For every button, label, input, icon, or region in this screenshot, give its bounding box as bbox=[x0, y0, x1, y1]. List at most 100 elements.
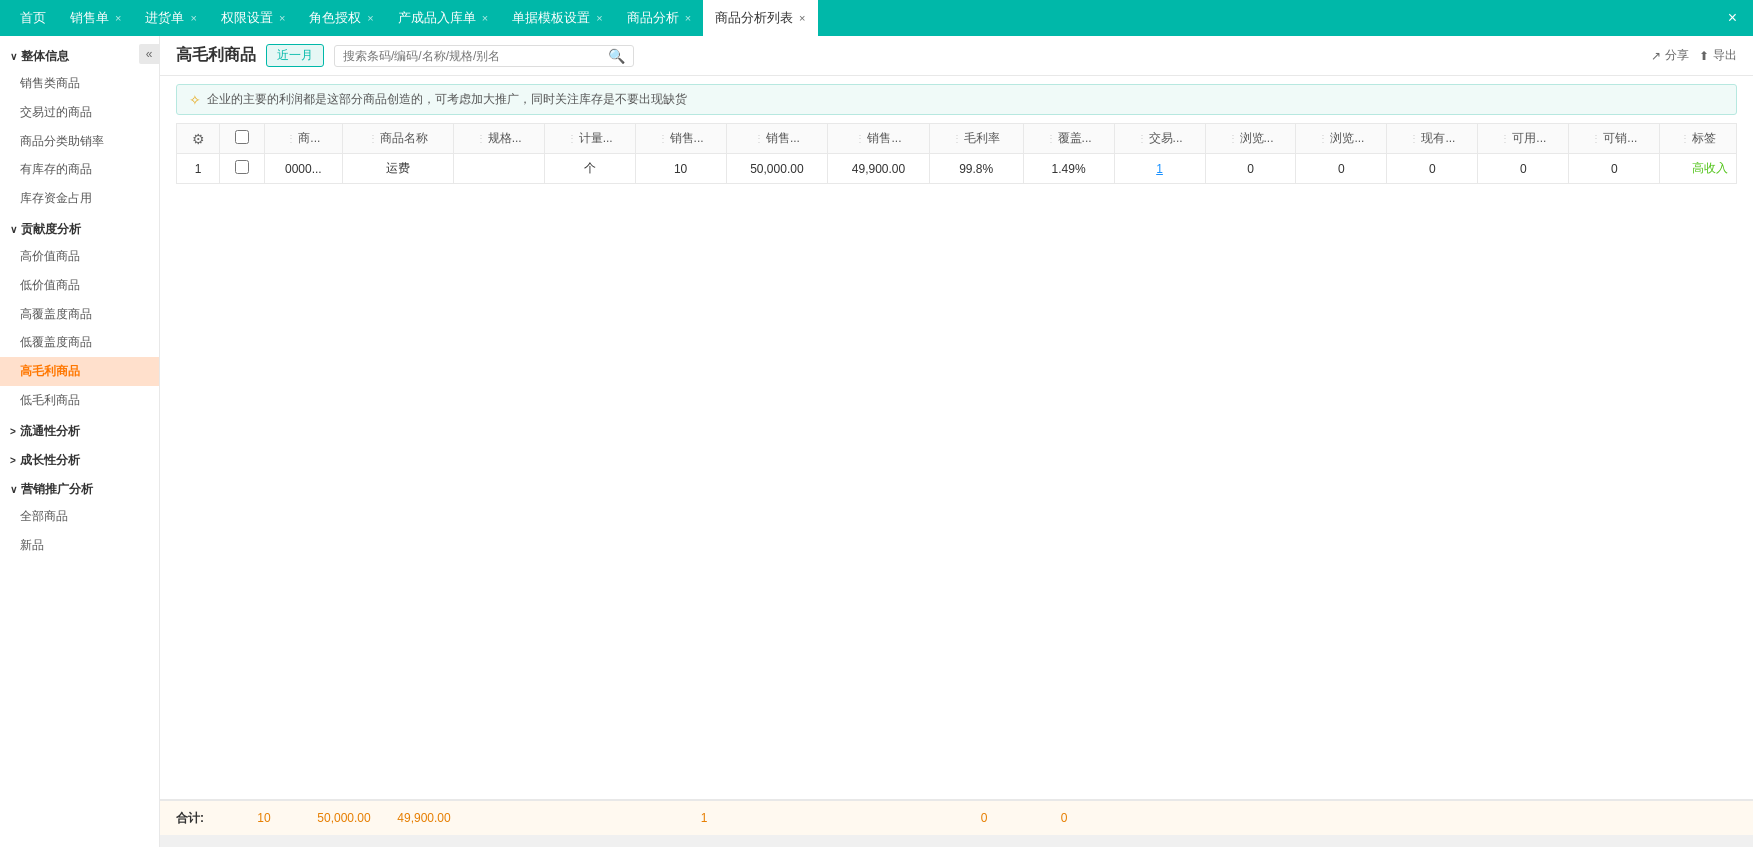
export-button[interactable]: ⬆ 导出 bbox=[1699, 47, 1737, 64]
nav-close-icon[interactable]: × bbox=[190, 12, 196, 24]
col-header-15[interactable]: ⋮可用... bbox=[1478, 124, 1569, 154]
col-header-8[interactable]: ⋮销售... bbox=[828, 124, 930, 154]
select-all-checkbox[interactable] bbox=[235, 130, 249, 144]
content-header: 高毛利商品 近一月 🔍 ↗ 分享 ⬆ 导出 bbox=[160, 36, 1753, 76]
sidebar-item-商品分类助销率[interactable]: 商品分类助销率 bbox=[0, 127, 159, 156]
sidebar-section-流通性分析[interactable]: > 流通性分析 bbox=[0, 415, 159, 444]
sidebar-item-库存资金占用[interactable]: 库存资金占用 bbox=[0, 184, 159, 213]
sidebar-item-高覆盖度商品[interactable]: 高覆盖度商品 bbox=[0, 300, 159, 329]
col-resize-icon: ⋮ bbox=[1137, 133, 1147, 144]
nav-close-icon[interactable]: × bbox=[596, 12, 602, 24]
col-resize-icon: ⋮ bbox=[1046, 133, 1056, 144]
horizontal-scrollbar[interactable] bbox=[160, 835, 1753, 847]
row-select-checkbox[interactable] bbox=[235, 160, 249, 174]
row-transactions: 1 bbox=[1114, 154, 1205, 184]
sidebar-item-高价值商品[interactable]: 高价值商品 bbox=[0, 242, 159, 271]
sidebar-section-贡献度分析[interactable]: ∨贡献度分析 bbox=[0, 213, 159, 242]
nav-item-角色授权[interactable]: 角色授权× bbox=[297, 0, 385, 36]
search-icon[interactable]: 🔍 bbox=[608, 48, 625, 64]
row-unit: 个 bbox=[544, 154, 635, 184]
sidebar-item-有库存的商品[interactable]: 有库存的商品 bbox=[0, 155, 159, 184]
sidebar-section-label: 成长性分析 bbox=[20, 452, 80, 469]
row-available: 0 bbox=[1478, 154, 1569, 184]
footer-sales-amount: 50,000.00 bbox=[304, 807, 384, 829]
nav-close-icon[interactable]: × bbox=[115, 12, 121, 24]
footer-transactions: 1 bbox=[664, 807, 744, 829]
sidebar-item-低价值商品[interactable]: 低价值商品 bbox=[0, 271, 159, 300]
share-button[interactable]: ↗ 分享 bbox=[1651, 47, 1689, 64]
col-header-0[interactable]: ⚙ bbox=[177, 124, 220, 154]
col-header-16[interactable]: ⋮可销... bbox=[1569, 124, 1660, 154]
row-current-stock: 0 bbox=[1387, 154, 1478, 184]
period-button[interactable]: 近一月 bbox=[266, 44, 324, 67]
nav-item-销售单[interactable]: 销售单× bbox=[58, 0, 133, 36]
search-input[interactable] bbox=[343, 49, 608, 63]
window-close-button[interactable]: × bbox=[1720, 9, 1745, 27]
col-header-11[interactable]: ⋮交易... bbox=[1114, 124, 1205, 154]
nav-close-icon[interactable]: × bbox=[685, 12, 691, 24]
sidebar-item-低毛利商品[interactable]: 低毛利商品 bbox=[0, 386, 159, 415]
col-resize-icon: ⋮ bbox=[658, 133, 668, 144]
col-resize-icon: ⋮ bbox=[476, 133, 486, 144]
sidebar-section-arrow: > bbox=[10, 455, 16, 466]
export-icon: ⬆ bbox=[1699, 49, 1709, 63]
col-header-10[interactable]: ⋮覆盖... bbox=[1023, 124, 1114, 154]
sidebar-collapse-button[interactable]: « bbox=[139, 44, 159, 64]
row-name: 运费 bbox=[342, 154, 453, 184]
sidebar-item-高毛利商品[interactable]: 高毛利商品 bbox=[0, 357, 159, 386]
col-resize-icon: ⋮ bbox=[567, 133, 577, 144]
footer-spacer2 bbox=[744, 807, 944, 829]
sidebar-section-arrow: > bbox=[10, 426, 16, 437]
transactions-link[interactable]: 1 bbox=[1156, 162, 1163, 176]
tag-label: 高收入 bbox=[1692, 161, 1728, 175]
nav-close-icon[interactable]: × bbox=[279, 12, 285, 24]
col-header-14[interactable]: ⋮现有... bbox=[1387, 124, 1478, 154]
data-table: ⚙⋮商...⋮商品名称⋮规格...⋮计量...⋮销售...⋮销售...⋮销售..… bbox=[176, 123, 1737, 184]
col-header-17[interactable]: ⋮标签 bbox=[1660, 124, 1737, 154]
col-resize-icon: ⋮ bbox=[368, 133, 378, 144]
nav-item-商品分析[interactable]: 商品分析× bbox=[615, 0, 703, 36]
col-resize-icon: ⋮ bbox=[286, 133, 296, 144]
sidebar-item-低覆盖度商品[interactable]: 低覆盖度商品 bbox=[0, 328, 159, 357]
nav-item-首页[interactable]: 首页 bbox=[8, 0, 58, 36]
info-icon: ✧ bbox=[189, 92, 201, 108]
row-gross-rate: 99.8% bbox=[929, 154, 1023, 184]
nav-item-单据模板设置[interactable]: 单据模板设置× bbox=[500, 0, 614, 36]
col-header-13[interactable]: ⋮浏览... bbox=[1296, 124, 1387, 154]
share-icon: ↗ bbox=[1651, 49, 1661, 63]
nav-close-icon[interactable]: × bbox=[482, 12, 488, 24]
sidebar-section-arrow: ∨ bbox=[10, 51, 17, 62]
col-header-6[interactable]: ⋮销售... bbox=[635, 124, 726, 154]
nav-item-产成品入库单[interactable]: 产成品入库单× bbox=[386, 0, 500, 36]
footer-sales-qty: 10 bbox=[224, 807, 304, 829]
nav-item-权限设置[interactable]: 权限设置× bbox=[209, 0, 297, 36]
row-tag: 高收入 bbox=[1660, 154, 1737, 184]
settings-icon[interactable]: ⚙ bbox=[192, 131, 205, 147]
row-browse2: 0 bbox=[1296, 154, 1387, 184]
sidebar-item-销售类商品[interactable]: 销售类商品 bbox=[0, 69, 159, 98]
col-header-7[interactable]: ⋮销售... bbox=[726, 124, 828, 154]
sidebar-item-交易过的商品[interactable]: 交易过的商品 bbox=[0, 98, 159, 127]
nav-close-icon[interactable]: × bbox=[799, 12, 805, 24]
col-header-3[interactable]: ⋮商品名称 bbox=[342, 124, 453, 154]
row-spec bbox=[453, 154, 544, 184]
sidebar-section-营销推广分析[interactable]: ∨营销推广分析 bbox=[0, 473, 159, 502]
nav-item-商品分析列表[interactable]: 商品分析列表× bbox=[703, 0, 817, 36]
sidebar-item-新品[interactable]: 新品 bbox=[0, 531, 159, 560]
col-header-2[interactable]: ⋮商... bbox=[265, 124, 343, 154]
sidebar-section-成长性分析[interactable]: > 成长性分析 bbox=[0, 444, 159, 473]
col-header-1[interactable] bbox=[220, 124, 265, 154]
nav-close-icon[interactable]: × bbox=[367, 12, 373, 24]
sidebar-section-整体信息[interactable]: ∨整体信息 bbox=[0, 40, 159, 69]
row-index: 1 bbox=[177, 154, 220, 184]
col-header-5[interactable]: ⋮计量... bbox=[544, 124, 635, 154]
search-box: 🔍 bbox=[334, 45, 634, 67]
nav-item-进货单[interactable]: 进货单× bbox=[133, 0, 208, 36]
sidebar-item-全部商品[interactable]: 全部商品 bbox=[0, 502, 159, 531]
col-header-12[interactable]: ⋮浏览... bbox=[1205, 124, 1296, 154]
content-area: 高毛利商品 近一月 🔍 ↗ 分享 ⬆ 导出 ✧ 企业的主要的利润都是这部分商品创… bbox=[160, 36, 1753, 847]
col-header-4[interactable]: ⋮规格... bbox=[453, 124, 544, 154]
col-header-9[interactable]: ⋮毛利率 bbox=[929, 124, 1023, 154]
sidebar-section-label: 流通性分析 bbox=[20, 423, 80, 440]
info-banner: ✧ 企业的主要的利润都是这部分商品创造的，可考虑加大推广，同时关注库存是不要出现… bbox=[176, 84, 1737, 115]
